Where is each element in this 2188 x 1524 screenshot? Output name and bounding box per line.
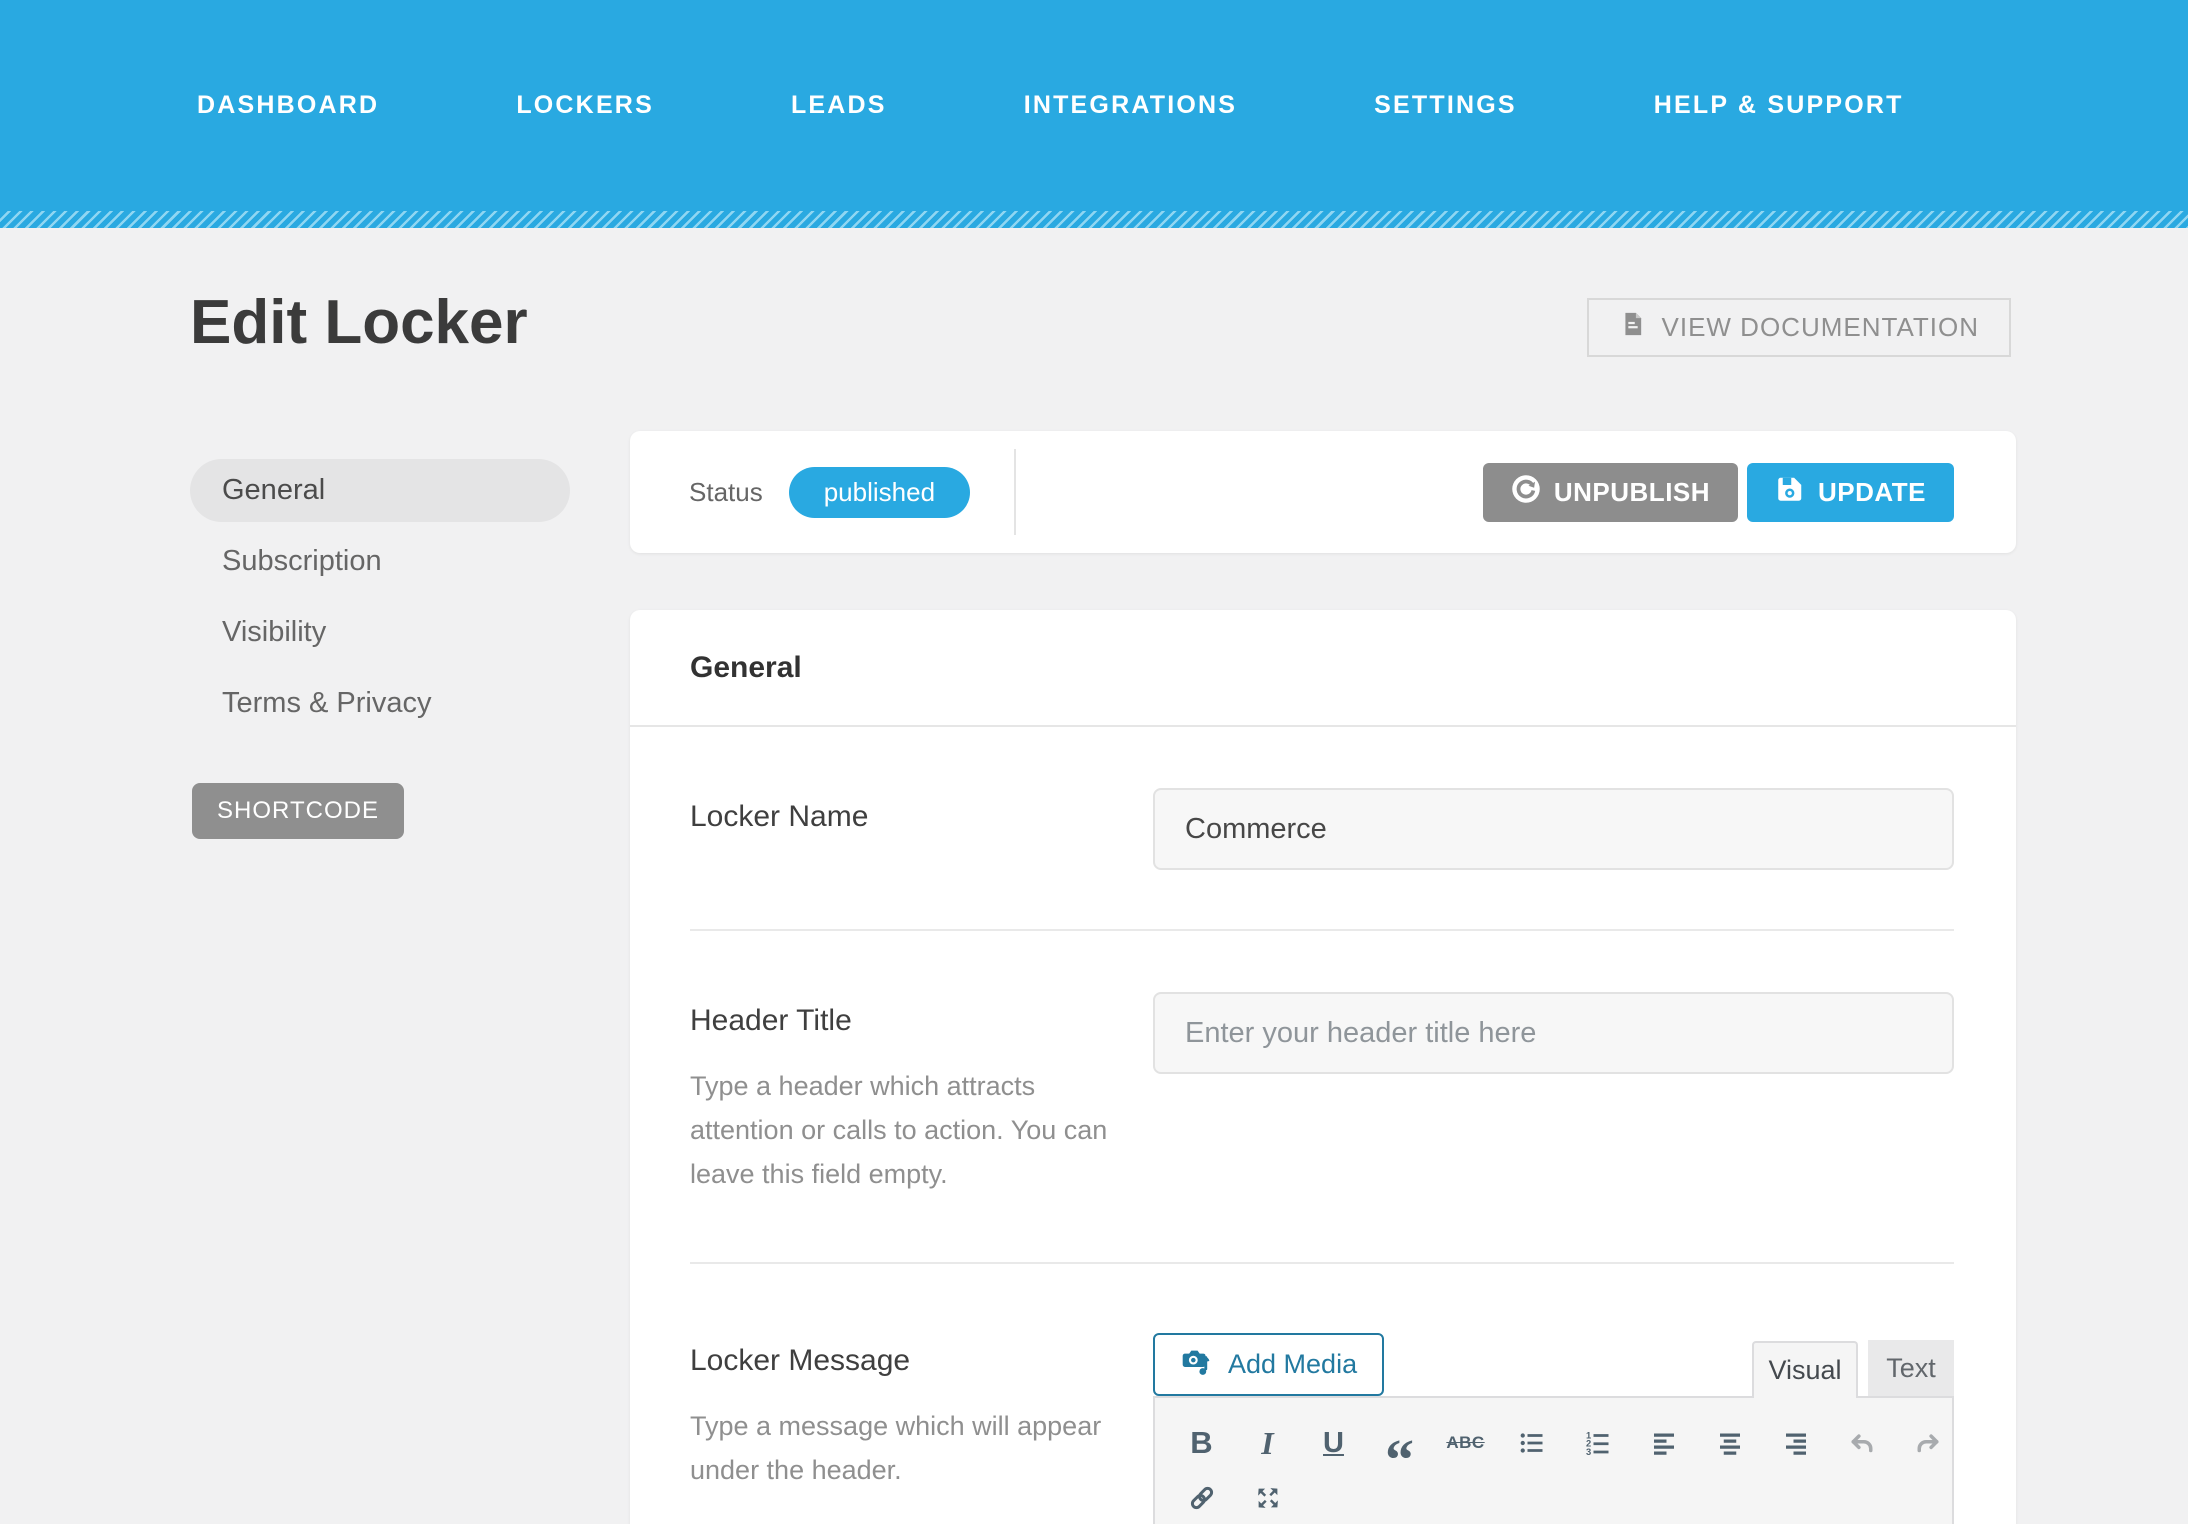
add-media-button[interactable]: Add Media [1153,1333,1385,1396]
view-documentation-label: VIEW DOCUMENTATION [1661,312,1979,342]
status-label: Status [689,476,763,507]
redo-icon[interactable] [1903,1419,1952,1467]
nav-item-lockers[interactable]: LOCKERS [516,91,654,120]
update-label: UPDATE [1818,476,1926,507]
italic-icon[interactable]: I [1243,1419,1292,1467]
nav-hatched-edge [0,211,2188,228]
locker-message-label: Locker Message [690,1344,911,1377]
strikethrough-icon[interactable]: ABC [1441,1419,1490,1467]
page-header: Edit Locker VIEW DOCUMENTATION [190,287,2011,363]
status-divider [1014,449,1017,535]
numbered-list-icon[interactable]: 1 2 3 [1573,1419,1622,1467]
top-nav: DASHBOARD LOCKERS LEADS INTEGRATIONS SET… [0,0,2188,211]
bulleted-list-icon[interactable] [1507,1419,1556,1467]
add-media-label: Add Media [1228,1349,1358,1379]
sidebar-item-subscription[interactable]: Subscription [190,530,570,593]
nav-item-integrations[interactable]: INTEGRATIONS [1024,91,1237,120]
fullscreen-icon[interactable] [1243,1474,1292,1522]
page: Edit Locker VIEW DOCUMENTATION General S… [0,287,2188,1524]
blockquote-icon[interactable]: “ [1375,1419,1424,1489]
section-title: General [690,650,802,684]
sidebar-item-general[interactable]: General [190,459,570,522]
update-button[interactable]: UPDATE [1747,462,1954,522]
bold-icon[interactable]: B [1177,1419,1226,1467]
nav-item-settings[interactable]: SETTINGS [1374,91,1517,120]
sidebar-item-terms-privacy[interactable]: Terms & Privacy [190,672,570,735]
align-right-icon[interactable] [1771,1419,1820,1467]
document-icon [1619,310,1647,345]
editor-toolbar: B I U “ ABC 1 2 3 [1153,1396,1954,1524]
section-header: General [630,610,2016,727]
nav-item-leads[interactable]: LEADS [791,91,887,120]
header-title-label: Header Title [690,1004,852,1037]
align-left-icon[interactable] [1639,1419,1688,1467]
underline-icon[interactable]: U [1309,1419,1358,1467]
editor-tab-text[interactable]: Text [1868,1340,1954,1396]
save-icon [1775,474,1805,511]
nav-item-help-support[interactable]: HELP & SUPPORT [1654,91,1904,120]
undo-icon[interactable] [1837,1419,1886,1467]
field-row-header-title: Header Title Type a header which attract… [630,931,2016,1262]
svg-text:3: 3 [1586,1447,1591,1457]
general-section: General Locker Name Header Title [630,610,2016,1524]
nav-item-dashboard[interactable]: DASHBOARD [197,91,379,120]
field-row-locker-name: Locker Name [630,727,2016,929]
header-title-description: Type a header which attracts attention o… [690,1071,1108,1189]
unpublish-label: UNPUBLISH [1553,476,1711,507]
sidebar-item-visibility[interactable]: Visibility [190,601,570,664]
settings-sidebar: General Subscription Visibility Terms & … [190,431,570,1524]
align-center-icon[interactable] [1705,1419,1754,1467]
shortcode-button[interactable]: SHORTCODE [192,783,404,839]
locker-name-input[interactable] [1153,788,1954,870]
editor-tab-visual[interactable]: Visual [1752,1341,1858,1398]
unpublish-button[interactable]: UNPUBLISH [1482,462,1739,522]
link-icon[interactable] [1177,1474,1226,1522]
locker-message-description: Type a message which will appear under t… [690,1411,1102,1485]
add-media-icon [1180,1344,1214,1385]
field-row-locker-message: Locker Message Type a message which will… [630,1264,2016,1524]
unpublish-icon [1511,474,1541,511]
status-bar: Status published UNPUBLISH UPDATE [630,431,2016,553]
locker-name-label: Locker Name [690,800,869,833]
main-column: Status published UNPUBLISH UPDATE Genera… [630,431,2016,1524]
header-title-input[interactable] [1153,992,1954,1074]
status-badge: published [788,466,971,518]
view-documentation-button[interactable]: VIEW DOCUMENTATION [1586,298,2011,357]
